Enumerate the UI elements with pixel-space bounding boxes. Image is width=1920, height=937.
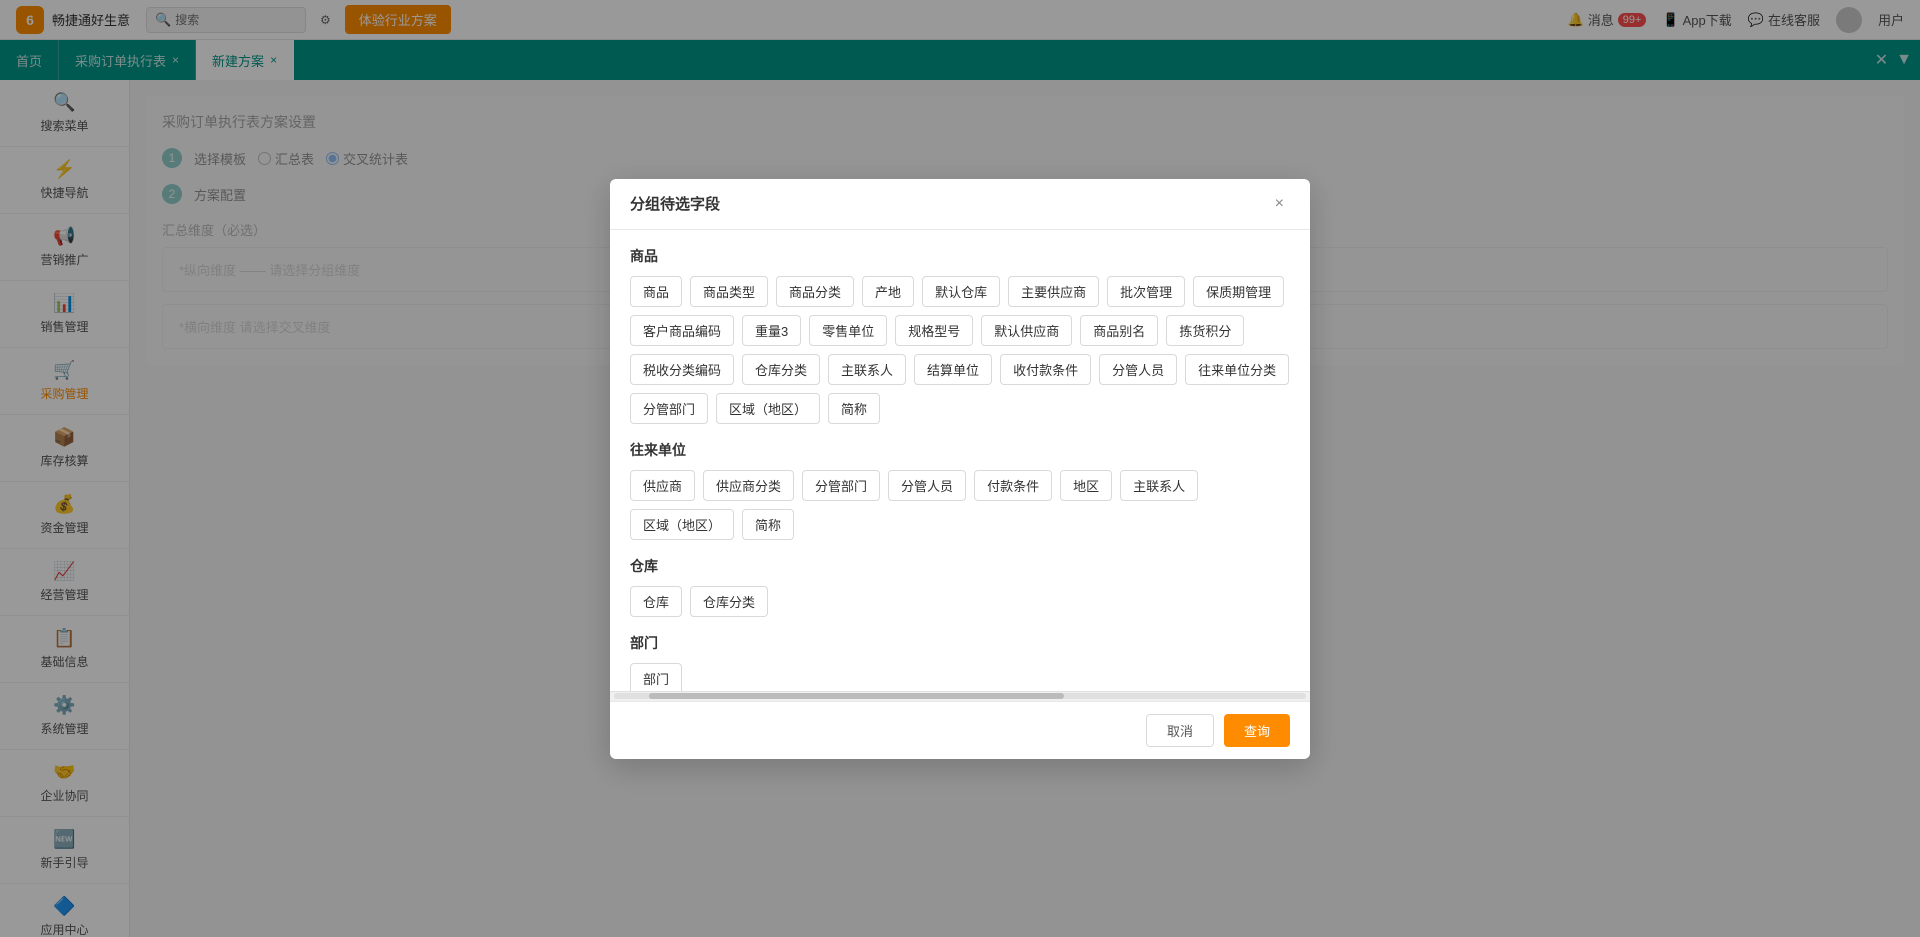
tag-product[interactable]: 商品 [630,276,682,307]
tag-warehouse-type[interactable]: 仓库分类 [690,586,768,617]
modal-header: 分组待选字段 × [610,179,1310,230]
tag-weight3[interactable]: 重量3 [742,315,801,346]
tag-default-supplier[interactable]: 默认供应商 [981,315,1072,346]
cancel-button[interactable]: 取消 [1146,714,1214,747]
tag-warehouse-category[interactable]: 仓库分类 [742,354,820,385]
tag-unit-category[interactable]: 往来单位分类 [1185,354,1289,385]
tag-product-category[interactable]: 商品分类 [776,276,854,307]
tag-batch-mgmt[interactable]: 批次管理 [1107,276,1185,307]
tag-retail-unit[interactable]: 零售单位 [809,315,887,346]
tag-supplier[interactable]: 供应商 [630,470,695,501]
tag-dept[interactable]: 分管部门 [630,393,708,424]
tag-default-warehouse[interactable]: 默认仓库 [922,276,1000,307]
section-partner-title: 往来单位 [630,440,1290,460]
tag-customer-product-code[interactable]: 客户商品编码 [630,315,734,346]
tag-partner-supervisor[interactable]: 分管人员 [888,470,966,501]
tag-origin[interactable]: 产地 [862,276,914,307]
section-partner-tags: 供应商 供应商分类 分管部门 分管人员 付款条件 地区 主联系人 区域（地区） … [630,470,1290,540]
tag-product-alias[interactable]: 商品别名 [1080,315,1158,346]
modal-title: 分组待选字段 [630,193,720,214]
modal-overlay[interactable]: 分组待选字段 × 商品 商品 商品类型 商品分类 产地 默认仓库 主要供应商 批… [0,0,1920,937]
section-dept-tags: 部门 [630,663,1290,691]
tag-supervisor[interactable]: 分管人员 [1099,354,1177,385]
modal-scrollbar [610,691,1310,701]
tag-partner-payment[interactable]: 付款条件 [974,470,1052,501]
tag-partner-contact[interactable]: 主联系人 [1120,470,1198,501]
tag-tax-code[interactable]: 税收分类编码 [630,354,734,385]
section-warehouse-tags: 仓库 仓库分类 [630,586,1290,617]
tag-department[interactable]: 部门 [630,663,682,691]
tag-payment-terms[interactable]: 收付款条件 [1000,354,1091,385]
section-warehouse-title: 仓库 [630,556,1290,576]
tag-partner-dept[interactable]: 分管部门 [802,470,880,501]
tag-warehouse[interactable]: 仓库 [630,586,682,617]
tag-quality-period[interactable]: 保质期管理 [1193,276,1284,307]
modal-footer: 取消 查询 [610,701,1310,759]
tag-spec-model[interactable]: 规格型号 [895,315,973,346]
field-selection-modal: 分组待选字段 × 商品 商品 商品类型 商品分类 产地 默认仓库 主要供应商 批… [610,179,1310,759]
tag-partner-region[interactable]: 地区 [1060,470,1112,501]
tag-region-product[interactable]: 区域（地区） [716,393,820,424]
tag-abbrev-product[interactable]: 简称 [828,393,880,424]
tag-partner-abbrev[interactable]: 简称 [742,509,794,540]
section-product-title: 商品 [630,246,1290,266]
tag-main-supplier[interactable]: 主要供应商 [1008,276,1099,307]
tag-settlement-unit[interactable]: 结算单位 [914,354,992,385]
section-product-tags: 商品 商品类型 商品分类 产地 默认仓库 主要供应商 批次管理 保质期管理 客户… [630,276,1290,424]
tag-supplier-category[interactable]: 供应商分类 [703,470,794,501]
tag-main-contact[interactable]: 主联系人 [828,354,906,385]
tag-pick-points[interactable]: 拣货积分 [1166,315,1244,346]
modal-body: 商品 商品 商品类型 商品分类 产地 默认仓库 主要供应商 批次管理 保质期管理… [610,230,1310,691]
confirm-button[interactable]: 查询 [1224,714,1290,747]
tag-partner-area[interactable]: 区域（地区） [630,509,734,540]
tag-product-type[interactable]: 商品类型 [690,276,768,307]
section-dept-title: 部门 [630,633,1290,653]
modal-close-btn[interactable]: × [1269,193,1290,215]
